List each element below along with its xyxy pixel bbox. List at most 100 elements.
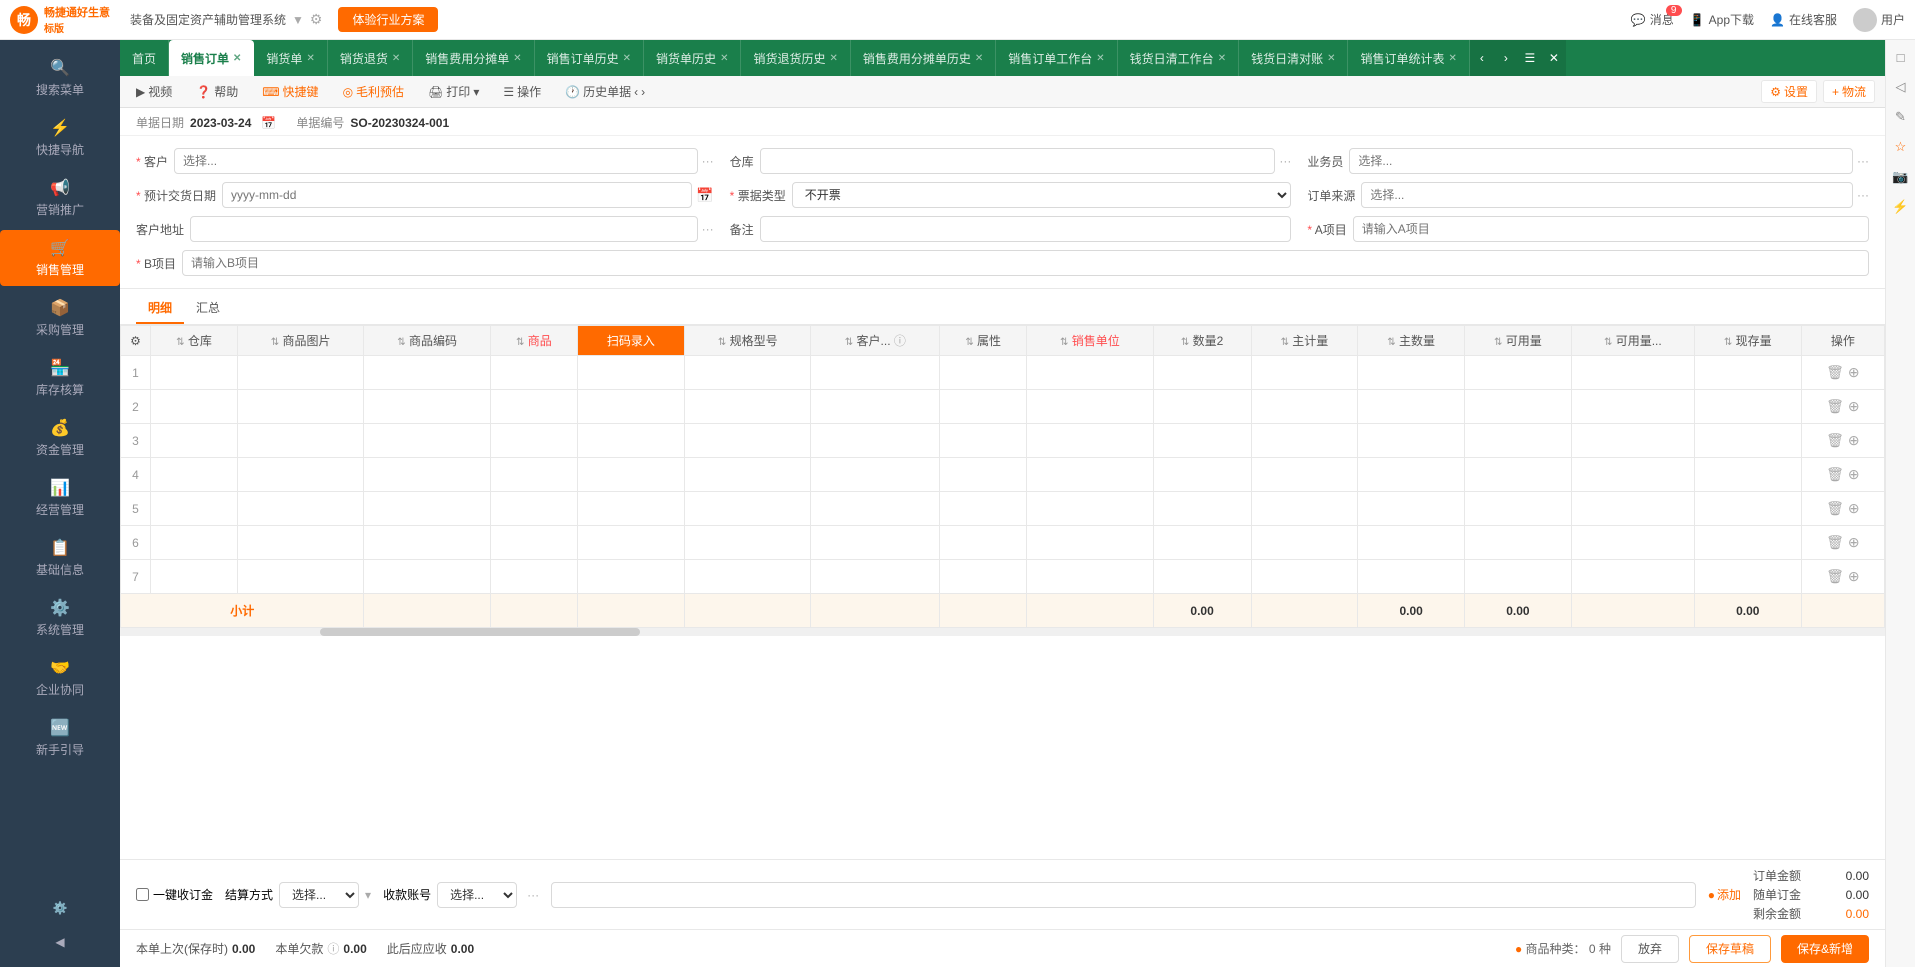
row-4-q2[interactable] [1153, 458, 1251, 492]
row-2-spec[interactable] [685, 390, 811, 424]
row-7-customer-code[interactable] [811, 560, 940, 594]
tab-cash-reconcile[interactable]: 钱货日清对账 ✕ [1239, 40, 1348, 76]
payment-amount-input[interactable]: 0.00 [551, 882, 1696, 908]
tab-home[interactable]: 首页 [120, 40, 169, 76]
row-4-attr[interactable] [940, 458, 1027, 492]
tab-cash-workbench-close[interactable]: ✕ [1218, 53, 1226, 64]
tab-sales-expense-close[interactable]: ✕ [513, 53, 521, 64]
row-5-q2[interactable] [1153, 492, 1251, 526]
row-7-unit[interactable] [1027, 560, 1153, 594]
history-nav-prev[interactable]: ‹ [634, 85, 638, 99]
sidebar-item-inventory[interactable]: 🏪 库存核算 [0, 350, 120, 406]
save-new-btn[interactable]: 保存&新增 [1781, 935, 1869, 963]
payment-method-select[interactable]: 选择... [279, 882, 359, 908]
row-2-attr[interactable] [940, 390, 1027, 424]
row-7-copy-icon[interactable]: ⊕ [1848, 568, 1860, 585]
row-1-main-qty[interactable] [1358, 356, 1465, 390]
b-project-input[interactable] [182, 250, 1869, 276]
tab-return-history-close[interactable]: ✕ [720, 53, 728, 64]
sidebar-item-quick-nav[interactable]: ⚡ 快捷导航 [0, 110, 120, 166]
tab-prev-btn[interactable]: ‹ [1470, 40, 1494, 76]
right-panel-btn-2[interactable]: ◁ [1888, 74, 1914, 100]
row-7-attr[interactable] [940, 560, 1027, 594]
bank-select[interactable]: 选择... [437, 882, 517, 908]
tab-order-workbench-close[interactable]: ✕ [1096, 53, 1104, 64]
tab-return-history[interactable]: 销货单历史 ✕ [644, 40, 741, 76]
th-available2[interactable]: ⇅ 可用量... [1571, 326, 1694, 356]
row-6-code[interactable] [364, 526, 490, 560]
row-6-warehouse[interactable] [151, 526, 238, 560]
sidebar-item-purchase[interactable]: 📦 采购管理 [0, 290, 120, 346]
dropdown-arrow[interactable]: ▼ [292, 13, 304, 27]
staff-dots[interactable]: ··· [1857, 154, 1869, 168]
sidebar-item-marketing[interactable]: 📢 营销推广 [0, 170, 120, 226]
row-7-warehouse[interactable] [151, 560, 238, 594]
row-7-product[interactable] [490, 560, 577, 594]
add-item-corner-btn[interactable]: + 物流 [1823, 80, 1875, 103]
row-2-product[interactable] [490, 390, 577, 424]
delivery-date-input[interactable] [222, 182, 692, 208]
history-btn[interactable]: 🕐 历史单据 ‹ › [559, 81, 651, 102]
row-3-barcode[interactable] [577, 424, 684, 458]
tab-order-workbench[interactable]: 销售订单工作台 ✕ [996, 40, 1117, 76]
row-5-attr[interactable] [940, 492, 1027, 526]
horizontal-scrollbar[interactable] [120, 628, 1885, 636]
tab-refund-history[interactable]: 销货退货历史 ✕ [741, 40, 850, 76]
right-panel-btn-6[interactable]: ⚡ [1888, 194, 1914, 220]
row-4-product[interactable] [490, 458, 577, 492]
row-5-product[interactable] [490, 492, 577, 526]
row-2-copy-icon[interactable]: ⊕ [1848, 398, 1860, 415]
sidebar-item-operations[interactable]: 📊 经营管理 [0, 470, 120, 526]
right-panel-btn-3[interactable]: ✎ [1888, 104, 1914, 130]
row-5-customer-code[interactable] [811, 492, 940, 526]
th-current-stock[interactable]: ⇅ 现存量 [1694, 326, 1801, 356]
user-btn[interactable]: 用户 [1853, 8, 1905, 32]
calendar-icon[interactable]: 📅 [261, 116, 276, 130]
row-1-customer-code[interactable] [811, 356, 940, 390]
row-3-customer-code[interactable] [811, 424, 940, 458]
row-2-delete-icon[interactable]: 🗑 [1826, 398, 1844, 415]
tab-sales-expense[interactable]: 销售费用分摊单 ✕ [413, 40, 534, 76]
sidebar-item-sales[interactable]: 🛒 销售管理 [0, 230, 120, 286]
row-5-delete-icon[interactable]: 🗑 [1826, 500, 1844, 517]
view-btn[interactable]: ▶ 视频 [130, 81, 178, 102]
row-4-spec[interactable] [685, 458, 811, 492]
th-sales-unit[interactable]: ⇅ 销售单位 [1027, 326, 1153, 356]
history-nav-next[interactable]: › [641, 85, 645, 99]
tab-sales-refund-close[interactable]: ✕ [392, 53, 400, 64]
row-3-unit[interactable] [1027, 424, 1153, 458]
th-warehouse[interactable]: ⇅ 仓库 [151, 326, 238, 356]
row-5-spec[interactable] [685, 492, 811, 526]
row-6-spec[interactable] [685, 526, 811, 560]
row-3-q2[interactable] [1153, 424, 1251, 458]
warehouse-input[interactable]: 成品库 [760, 148, 1276, 174]
sidebar-item-basic-info[interactable]: 📋 基础信息 [0, 530, 120, 586]
row-5-copy-icon[interactable]: ⊕ [1848, 500, 1860, 517]
row-4-delete-icon[interactable]: 🗑 [1826, 466, 1844, 483]
th-barcode[interactable]: 扫码录入 [577, 326, 684, 356]
tab-sales-stats[interactable]: 销售订单统计表 ✕ [1348, 40, 1469, 76]
th-customer-code[interactable]: ⇅ 客户... ⓘ [811, 326, 940, 356]
one-click-checkbox[interactable] [136, 888, 149, 901]
tab-sales-order[interactable]: 销售订单 ✕ [169, 40, 254, 76]
row-2-warehouse[interactable] [151, 390, 238, 424]
tab-detail[interactable]: 明细 [136, 295, 184, 324]
row-3-attr[interactable] [940, 424, 1027, 458]
sidebar-collapse-btn[interactable]: ◀ [0, 927, 120, 957]
row-7-q2[interactable] [1153, 560, 1251, 594]
shortcut-btn[interactable]: ⌨ 快捷键 [256, 81, 324, 102]
tab-sales-order-close[interactable]: ✕ [233, 53, 241, 64]
sidebar-item-system[interactable]: ⚙️ 系统管理 [0, 590, 120, 646]
row-1-unit[interactable] [1027, 356, 1153, 390]
row-1-copy-icon[interactable]: ⊕ [1848, 364, 1860, 381]
row-1-delete-icon[interactable]: 🗑 [1826, 364, 1844, 381]
customer-input[interactable] [174, 148, 698, 174]
settings-corner-btn[interactable]: ⚙ 设置 [1761, 80, 1817, 103]
staff-input[interactable] [1349, 148, 1853, 174]
row-2-customer-code[interactable] [811, 390, 940, 424]
tab-sales-stats-close[interactable]: ✕ [1449, 53, 1457, 64]
row-5-unit[interactable] [1027, 492, 1153, 526]
th-product-code[interactable]: ⇅ 商品编码 [364, 326, 490, 356]
right-panel-btn-1[interactable]: □ [1888, 44, 1914, 70]
row-7-main-qty[interactable] [1358, 560, 1465, 594]
